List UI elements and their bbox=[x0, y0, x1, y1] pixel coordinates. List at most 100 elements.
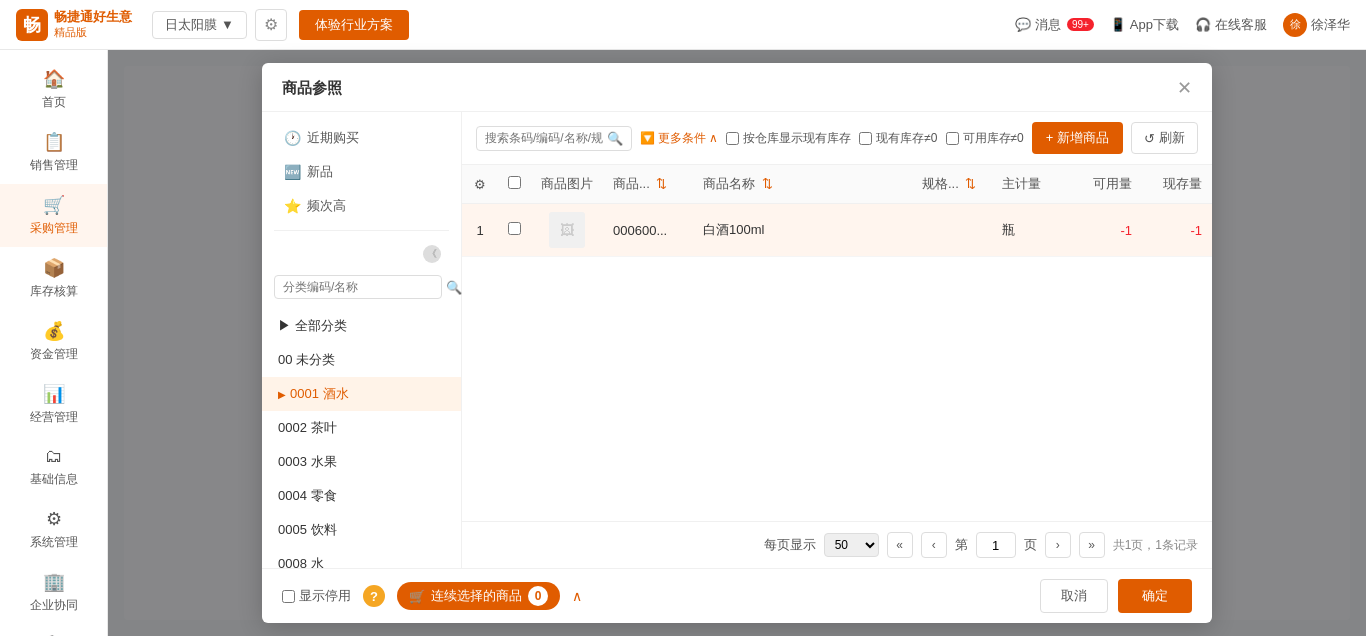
th-select-all[interactable] bbox=[498, 165, 531, 204]
first-page-btn[interactable]: « bbox=[887, 532, 913, 558]
th-avail-label: 可用量 bbox=[1093, 176, 1132, 191]
checkbox-current-stock-label: 现有库存≠0 bbox=[876, 130, 937, 147]
row-name-cell: 白酒100ml bbox=[693, 204, 912, 257]
user-area[interactable]: 徐 徐泽华 bbox=[1283, 13, 1350, 37]
cat-item-0001[interactable]: ▶ 0001 酒水 bbox=[262, 377, 461, 411]
sidebar-label-enterprise: 企业协同 bbox=[30, 597, 78, 614]
message-badge: 99+ bbox=[1067, 18, 1094, 31]
table-settings-icon[interactable]: ⚙ bbox=[474, 177, 486, 192]
product-unit: 瓶 bbox=[1002, 222, 1015, 237]
th-settings[interactable]: ⚙ bbox=[462, 165, 498, 204]
checkbox-by-warehouse-input[interactable] bbox=[726, 132, 739, 145]
show-disabled-input[interactable] bbox=[282, 590, 295, 603]
sidebar-item-basic[interactable]: 🗂 基础信息 bbox=[0, 436, 107, 498]
tab-recent-purchase[interactable]: 🕐 近期购买 bbox=[274, 122, 449, 154]
add-product-btn[interactable]: + 新增商品 bbox=[1032, 122, 1123, 154]
per-page-select[interactable]: 50 10 20 100 bbox=[824, 533, 879, 557]
nav-selector[interactable]: 日太阳膜 ▼ bbox=[152, 11, 247, 39]
right-panel: 🔍 🔽 更多条件 ∧ 按仓库显示现有库存 bbox=[462, 112, 1212, 568]
sidebar-item-home[interactable]: 🏠 首页 bbox=[0, 58, 107, 121]
category-search-icon[interactable]: 🔍 bbox=[446, 280, 462, 295]
th-product-code[interactable]: 商品... ⇅ bbox=[603, 165, 693, 204]
message-icon: 💬 bbox=[1015, 17, 1031, 32]
prev-page-btn[interactable]: ‹ bbox=[921, 532, 947, 558]
row-checkbox[interactable] bbox=[508, 222, 521, 235]
th-unit[interactable]: 主计量 bbox=[992, 165, 1062, 204]
logo-sub-text: 精品版 bbox=[54, 25, 132, 40]
tab-frequent[interactable]: ⭐ 频次高 bbox=[274, 190, 449, 222]
collapse-panel-btn[interactable]: 《 bbox=[423, 245, 441, 263]
product-search-input[interactable] bbox=[485, 131, 603, 145]
refresh-label: 刷新 bbox=[1159, 129, 1185, 147]
left-panel: 🕐 近期购买 🆕 新品 ⭐ 频次高 bbox=[262, 112, 462, 568]
cat-label-0004: 0004 零食 bbox=[278, 487, 337, 505]
category-search-input[interactable] bbox=[274, 275, 442, 299]
checkbox-avail-stock[interactable]: 可用库存≠0 bbox=[946, 130, 1024, 147]
th-spec[interactable]: 规格... ⇅ bbox=[912, 165, 992, 204]
nav-selector-label: 日太阳膜 bbox=[165, 16, 217, 34]
cat-item-0002[interactable]: 0002 茶叶 bbox=[262, 411, 461, 445]
next-page-btn[interactable]: › bbox=[1045, 532, 1071, 558]
modal-close-btn[interactable]: ✕ bbox=[1177, 77, 1192, 99]
cat-arrow-icon: ▶ bbox=[278, 389, 286, 400]
refresh-btn[interactable]: ↺ 刷新 bbox=[1131, 122, 1198, 154]
collapse-up-icon[interactable]: ∧ bbox=[572, 588, 582, 604]
enterprise-icon: 🏢 bbox=[43, 571, 65, 593]
last-page-btn[interactable]: » bbox=[1079, 532, 1105, 558]
checkbox-current-stock-input[interactable] bbox=[859, 132, 872, 145]
sidebar-item-guide[interactable]: 📚 新手引导 bbox=[0, 624, 107, 636]
online-service-btn[interactable]: 🎧 在线客服 bbox=[1195, 16, 1267, 34]
main-area: 商品参照 ✕ 🕐 近期购买 🆕 bbox=[108, 50, 1366, 636]
page-number-input[interactable] bbox=[976, 532, 1016, 558]
cat-item-00[interactable]: 00 未分类 bbox=[262, 343, 461, 377]
product-search-box: 🔍 bbox=[476, 126, 632, 151]
cat-label-all: ▶ 全部分类 bbox=[278, 317, 347, 335]
settings-icon[interactable]: ⚙ bbox=[255, 9, 287, 41]
th-name-label: 商品名称 bbox=[703, 176, 755, 191]
sidebar-item-enterprise[interactable]: 🏢 企业协同 bbox=[0, 561, 107, 624]
sidebar-item-finance[interactable]: 💰 资金管理 bbox=[0, 310, 107, 373]
sidebar-item-inventory[interactable]: 📦 库存核算 bbox=[0, 247, 107, 310]
messages-btn[interactable]: 💬 消息 99+ bbox=[1015, 16, 1094, 34]
sidebar-item-sales[interactable]: 📋 销售管理 bbox=[0, 121, 107, 184]
table-row[interactable]: 1 🖼 bbox=[462, 204, 1212, 257]
cancel-btn[interactable]: 取消 bbox=[1040, 579, 1108, 613]
app-download-btn[interactable]: 📱 App下载 bbox=[1110, 16, 1179, 34]
footer-left: 显示停用 bbox=[282, 587, 351, 605]
product-image-placeholder: 🖼 bbox=[549, 212, 585, 248]
sidebar-label-purchase: 采购管理 bbox=[30, 220, 78, 237]
row-checkbox-cell[interactable] bbox=[498, 204, 531, 257]
trial-btn[interactable]: 体验行业方案 bbox=[299, 10, 409, 40]
th-stock: 现存量 bbox=[1142, 165, 1212, 204]
table-header-row: ⚙ 商品图片 bbox=[462, 165, 1212, 204]
sidebar-item-operation[interactable]: 📊 经营管理 bbox=[0, 373, 107, 436]
sidebar-label-inventory: 库存核算 bbox=[30, 283, 78, 300]
th-code-label: 商品... bbox=[613, 176, 650, 191]
product-code: 000600... bbox=[613, 223, 667, 238]
cart-area[interactable]: 🛒 连续选择的商品 0 bbox=[397, 582, 560, 610]
cat-item-0003[interactable]: 0003 水果 bbox=[262, 445, 461, 479]
page-label: 第 bbox=[955, 536, 968, 554]
checkbox-current-stock[interactable]: 现有库存≠0 bbox=[859, 130, 937, 147]
tab-new-products[interactable]: 🆕 新品 bbox=[274, 156, 449, 188]
confirm-btn[interactable]: 确定 bbox=[1118, 579, 1192, 613]
more-filter-btn[interactable]: 🔽 更多条件 ∧ bbox=[640, 130, 718, 147]
cat-item-all[interactable]: ▶ 全部分类 bbox=[262, 309, 461, 343]
sidebar-item-system[interactable]: ⚙ 系统管理 bbox=[0, 498, 107, 561]
help-icon[interactable]: ? bbox=[363, 585, 385, 607]
cat-item-0004[interactable]: 0004 零食 bbox=[262, 479, 461, 513]
logo-main-text: 畅捷通好生意 bbox=[54, 9, 132, 26]
cat-label-0001: 0001 酒水 bbox=[290, 385, 349, 403]
sidebar-label-home: 首页 bbox=[42, 94, 66, 111]
th-unit-label: 主计量 bbox=[1002, 176, 1041, 191]
cat-item-0008[interactable]: 0008 水 bbox=[262, 547, 461, 568]
operation-icon: 📊 bbox=[43, 383, 65, 405]
checkbox-by-warehouse[interactable]: 按仓库显示现有库存 bbox=[726, 130, 851, 147]
search-submit-icon[interactable]: 🔍 bbox=[607, 131, 623, 146]
checkbox-avail-stock-input[interactable] bbox=[946, 132, 959, 145]
th-product-name[interactable]: 商品名称 ⇅ bbox=[693, 165, 912, 204]
cat-item-0005[interactable]: 0005 饮料 bbox=[262, 513, 461, 547]
show-disabled-checkbox[interactable]: 显示停用 bbox=[282, 587, 351, 605]
select-all-checkbox[interactable] bbox=[508, 176, 521, 189]
sidebar-item-purchase[interactable]: 🛒 采购管理 bbox=[0, 184, 107, 247]
